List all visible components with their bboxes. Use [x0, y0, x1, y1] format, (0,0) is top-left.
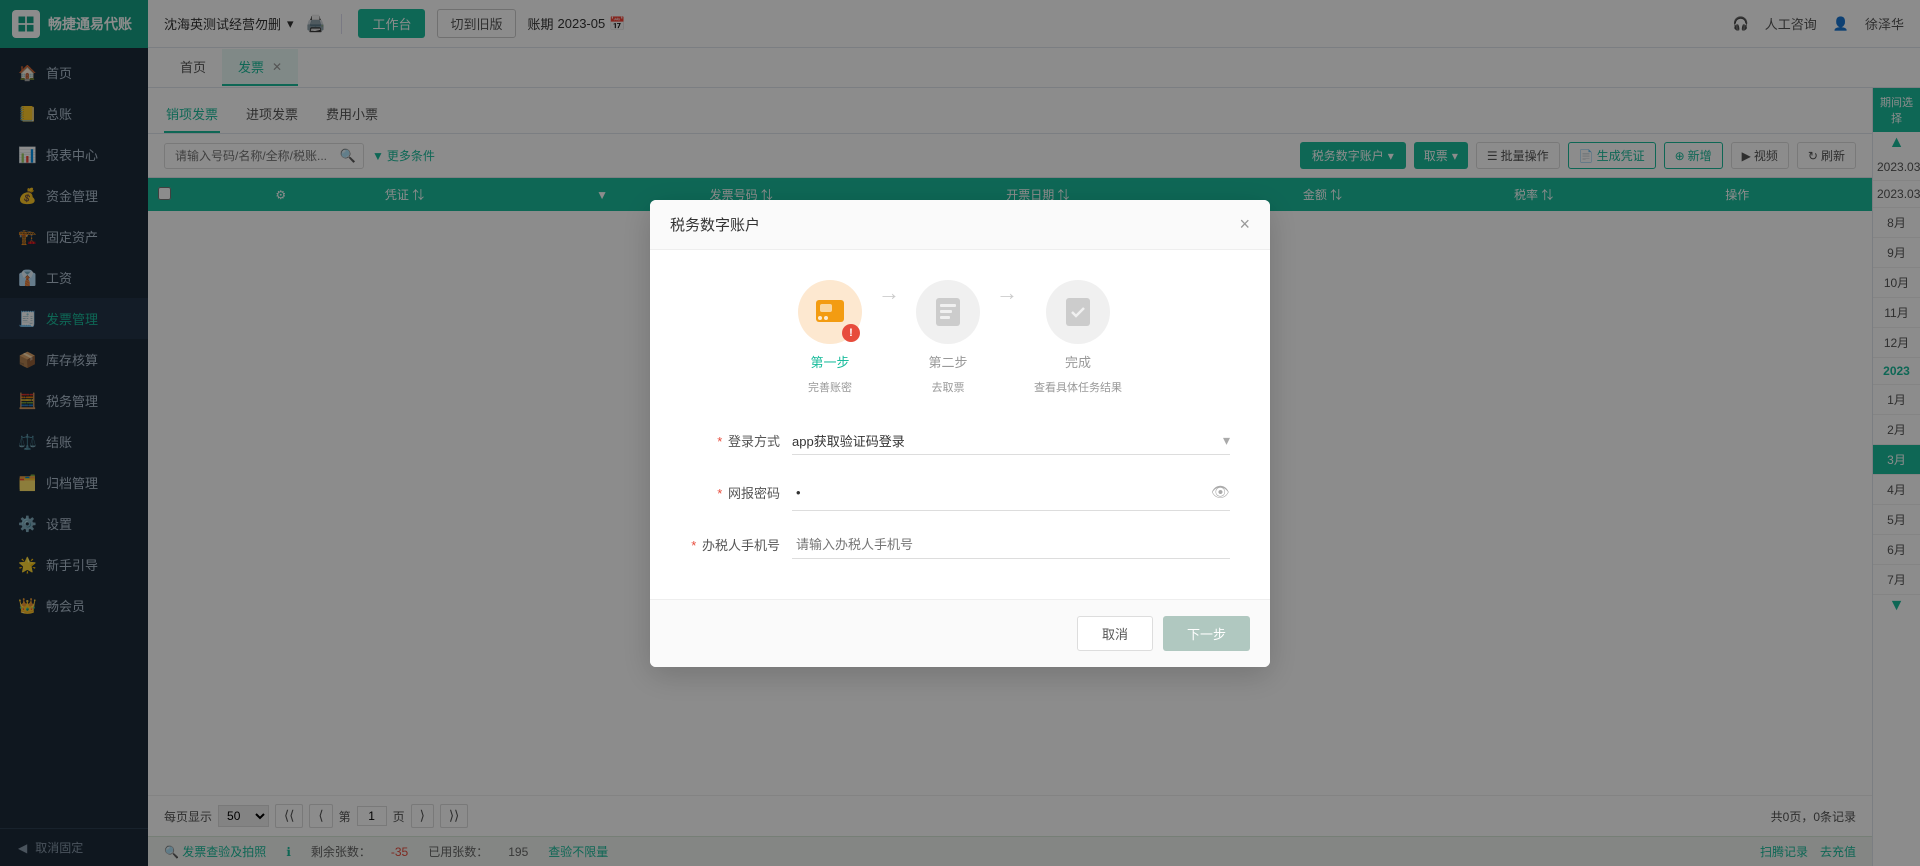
step-2-icon-wrap: [916, 280, 980, 344]
phone-row: * 办税人手机号: [690, 531, 1230, 559]
dialog-body: ! 第一步 完善账密 → 第二步: [650, 250, 1270, 599]
password-required: *: [717, 486, 722, 501]
step-3-icon: [1060, 294, 1096, 330]
password-field-wrap: 👁: [792, 475, 1230, 511]
step-1-desc: 完善账密: [808, 379, 852, 395]
steps: ! 第一步 完善账密 → 第二步: [690, 280, 1230, 395]
login-method-row: * 登录方式 app获取验证码登录 ▾: [690, 427, 1230, 455]
cancel-button[interactable]: 取消: [1077, 616, 1153, 651]
login-method-required: *: [717, 434, 722, 449]
login-method-chevron-icon: ▾: [1223, 432, 1230, 449]
step-1-badge: !: [842, 324, 860, 342]
dialog-close-button[interactable]: ×: [1239, 214, 1250, 235]
step-3-icon-wrap: [1046, 280, 1110, 344]
step-arrow-2: →: [980, 280, 1034, 342]
login-method-select[interactable]: app获取验证码登录 ▾: [792, 427, 1230, 455]
tax-account-dialog: 税务数字账户 × ! 第一步: [650, 200, 1270, 667]
login-method-label: * 登录方式: [690, 431, 780, 450]
step-2-desc: 去取票: [932, 379, 965, 395]
toggle-password-icon[interactable]: 👁: [1211, 483, 1230, 501]
phone-input[interactable]: [792, 531, 1230, 559]
step-2: 第二步 去取票: [916, 280, 980, 395]
phone-required: *: [691, 538, 696, 553]
login-method-value: app获取验证码登录: [792, 431, 905, 450]
password-input[interactable]: [792, 479, 1211, 506]
step-3: 完成 查看具体任务结果: [1034, 280, 1122, 395]
step-3-desc: 查看具体任务结果: [1034, 379, 1122, 395]
dialog-overlay: 税务数字账户 × ! 第一步: [0, 0, 1920, 866]
step-1-icon-wrap: !: [798, 280, 862, 344]
password-row: * 网报密码 👁: [690, 475, 1230, 511]
step-1: ! 第一步 完善账密: [798, 280, 862, 395]
dialog-title: 税务数字账户: [670, 214, 760, 235]
step-3-label: 完成: [1065, 352, 1091, 371]
phone-label: * 办税人手机号: [690, 535, 780, 554]
next-step-button[interactable]: 下一步: [1163, 616, 1250, 651]
password-label: * 网报密码: [690, 483, 780, 502]
step-2-icon: [930, 294, 966, 330]
step-1-label: 第一步: [810, 352, 849, 371]
step-2-label: 第二步: [928, 352, 967, 371]
dialog-header: 税务数字账户 ×: [650, 200, 1270, 250]
dialog-footer: 取消 下一步: [650, 599, 1270, 667]
step-1-icon: [812, 294, 848, 330]
step-arrow-1: →: [862, 280, 916, 342]
